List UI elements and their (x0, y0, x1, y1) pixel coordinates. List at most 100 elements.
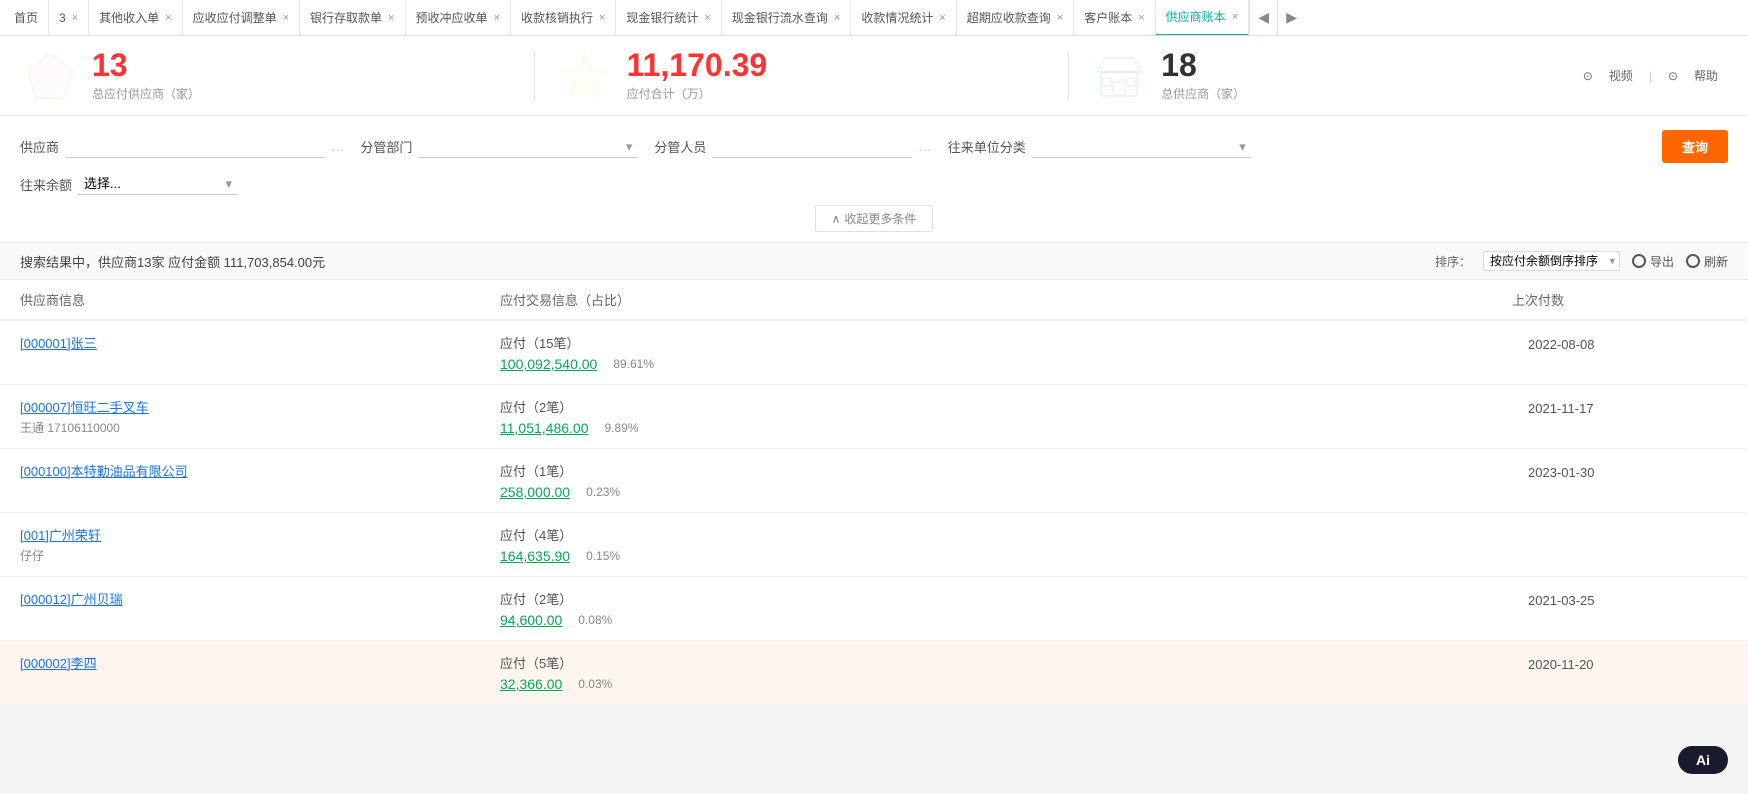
supplier-link-4[interactable]: [000012]广州贝瑞 (20, 589, 500, 608)
supplier-link-1[interactable]: [000007]恒旺二手叉车 (20, 397, 500, 416)
supplier-link-3[interactable]: [001]广州荣轩 (20, 525, 500, 544)
col-header-lastpay: 上次付数 (1512, 290, 1712, 309)
summary-card-suppliers-payable: 13 总应付供应商（家） (20, 48, 514, 103)
payable-amount-row-0: 100,092,540.00 89.61% (500, 356, 1528, 372)
nav-tab-prepaid-offset[interactable]: 预收冲应收单 × (406, 0, 511, 36)
help-icon[interactable]: ⊙ (1668, 69, 1678, 83)
close-icon-tab3[interactable]: × (72, 12, 78, 24)
supplier-link-2[interactable]: [000100]本特勤油品有限公司 (20, 461, 500, 480)
filter-item-balance: 往来余额 选择... (20, 173, 238, 195)
cell-supplier-0: [000001]张三 (20, 333, 500, 352)
cell-lastpay-3 (1528, 525, 1728, 529)
unit-type-select-wrapper (1032, 136, 1252, 158)
filter-item-person: 分管人员 ... (654, 136, 931, 158)
ai-assistant-button[interactable]: Ai (1678, 746, 1728, 774)
close-icon-cash-bank-stat[interactable]: × (704, 12, 710, 24)
close-icon-prepaid-offset[interactable]: × (494, 12, 500, 24)
nav-tab-supplier-ledger[interactable]: 供应商账本 × (1156, 0, 1249, 36)
nav-tab-ar-ap-adjust[interactable]: 应收应付调整单 × (183, 0, 300, 36)
table-row: [000007]恒旺二手叉车 王通 17106110000 应付（2笔） 11,… (0, 385, 1748, 449)
nav-tab-collection-verify[interactable]: 收款核销执行 × (511, 0, 616, 36)
close-icon-supplier-ledger[interactable]: × (1232, 11, 1238, 23)
nav-tab-home[interactable]: 首页 (4, 0, 49, 36)
cell-supplier-4: [000012]广州贝瑞 (20, 589, 500, 608)
nav-tab-3[interactable]: 3 × (49, 0, 89, 36)
shop-icon (1089, 48, 1149, 103)
payable-label-0: 应付（15笔） (500, 333, 579, 352)
payable-label-5: 应付（5笔） (500, 653, 572, 672)
close-icon-collection-verify[interactable]: × (599, 12, 605, 24)
unit-type-select[interactable] (1032, 136, 1252, 158)
nav-tab-cash-flow[interactable]: 现金银行流水查询 × (722, 0, 851, 36)
payable-amount-4[interactable]: 94,600.00 (500, 612, 562, 628)
summary-card-total-suppliers: 18 总供应商（家） (1089, 48, 1583, 103)
filter-item-supplier: 供应商 ... (20, 136, 344, 158)
payable-amount-0[interactable]: 100,092,540.00 (500, 356, 597, 372)
export-button[interactable]: 导出 (1632, 253, 1674, 270)
refresh-button[interactable]: 刷新 (1686, 253, 1728, 270)
cell-supplier-5: [000002]李四 (20, 653, 500, 672)
payable-amount-row-4: 94,600.00 0.08% (500, 612, 1528, 628)
table-row-inner: [000002]李四 应付（5笔） 32,366.00 0.03% 2020-1… (0, 641, 1748, 704)
supplier-filter-label: 供应商 (20, 137, 59, 156)
cell-supplier-1: [000007]恒旺二手叉车 王通 17106110000 (20, 397, 500, 436)
payable-amount-1[interactable]: 11,051,486.00 (500, 420, 589, 436)
cell-payable-1: 应付（2笔） 11,051,486.00 9.89% (500, 397, 1528, 436)
supplier-sub-1: 王通 17106110000 (20, 419, 500, 436)
nav-arrow-left[interactable]: ◀ (1249, 0, 1277, 36)
video-link[interactable]: 视频 (1609, 67, 1633, 84)
nav-tab-collection-stat[interactable]: 收款情况统计 × (851, 0, 956, 36)
table-body: [000001]张三 应付（15笔） 100,092,540.00 89.61%… (0, 321, 1748, 704)
nav-tab-label-ar-ap-adjust: 应收应付调整单 (193, 9, 277, 26)
unit-type-filter-label: 往来单位分类 (948, 137, 1026, 156)
video-icon[interactable]: ⊙ (1583, 69, 1593, 83)
payable-amount-5[interactable]: 32,366.00 (500, 676, 562, 692)
payable-label-4: 应付（2笔） (500, 589, 572, 608)
nav-tab-bank-deposit[interactable]: 银行存取款单 × (300, 0, 405, 36)
payable-amount-3[interactable]: 164,635.90 (500, 548, 570, 564)
result-info-text: 搜索结果中，供应商13家 应付金额 111,703,854.00元 (20, 252, 325, 271)
search-button[interactable]: 查询 (1662, 130, 1728, 163)
balance-filter-label: 往来余额 (20, 175, 72, 194)
payable-row-1: 应付（2笔） (500, 397, 1528, 416)
payable-amount-2[interactable]: 258,000.00 (500, 484, 570, 500)
close-icon-overdue-ar[interactable]: × (1057, 12, 1063, 24)
collapse-button[interactable]: ∧ 收起更多条件 (815, 205, 934, 232)
supplier-dots-icon[interactable]: ... (331, 138, 344, 156)
close-icon-cash-flow[interactable]: × (834, 12, 840, 24)
payable-row-5: 应付（5笔） (500, 653, 1528, 672)
payable-row-4: 应付（2笔） (500, 589, 1528, 608)
summary-card-payable-total: 11,170.39 应付合计（万） (555, 48, 1049, 103)
export-icon (1632, 254, 1646, 268)
balance-select-wrapper: 选择... (78, 173, 238, 195)
close-icon-customer-ledger[interactable]: × (1138, 12, 1144, 24)
cell-payable-2: 应付（1笔） 258,000.00 0.23% (500, 461, 1528, 500)
sort-select[interactable]: 按应付余额倒序排序 按应付余额升序排序 按供应商名称排序 (1483, 251, 1620, 271)
filter-item-unit-type: 往来单位分类 (948, 136, 1252, 158)
summary-number-total-suppliers: 18 (1161, 49, 1245, 81)
person-dots-icon[interactable]: ... (918, 138, 931, 156)
supplier-link-5[interactable]: [000002]李四 (20, 653, 500, 672)
nav-tab-overdue-ar[interactable]: 超期应收款查询 × (957, 0, 1074, 36)
close-icon-other-income[interactable]: × (165, 12, 171, 24)
payable-label-3: 应付（4笔） (500, 525, 572, 544)
nav-tab-label-collection-stat: 收款情况统计 (861, 9, 933, 26)
nav-tab-other-income[interactable]: 其他收入单 × (89, 0, 182, 36)
close-icon-collection-stat[interactable]: × (939, 12, 945, 24)
help-link[interactable]: 帮助 (1694, 67, 1718, 84)
summary-number-payable-total: 11,170.39 (627, 49, 768, 81)
supplier-input[interactable] (65, 136, 325, 158)
close-icon-bank-deposit[interactable]: × (388, 12, 394, 24)
close-icon-ar-ap-adjust[interactable]: × (283, 12, 289, 24)
nav-arrow-right[interactable]: ▶ (1277, 0, 1305, 36)
nav-tab-customer-ledger[interactable]: 客户账本 × (1074, 0, 1155, 36)
cell-supplier-3: [001]广州荣轩 仔仔 (20, 525, 500, 564)
dept-select[interactable] (418, 136, 638, 158)
supplier-link-0[interactable]: [000001]张三 (20, 333, 500, 352)
balance-select[interactable]: 选择... (78, 173, 238, 195)
nav-tab-cash-bank-stat[interactable]: 现金银行统计 × (616, 0, 721, 36)
cell-lastpay-2: 2023-01-30 (1528, 461, 1728, 480)
payable-amount-row-5: 32,366.00 0.03% (500, 676, 1528, 692)
table-row-inner: [000012]广州贝瑞 应付（2笔） 94,600.00 0.08% 2021… (0, 577, 1748, 640)
person-input[interactable] (712, 136, 912, 158)
